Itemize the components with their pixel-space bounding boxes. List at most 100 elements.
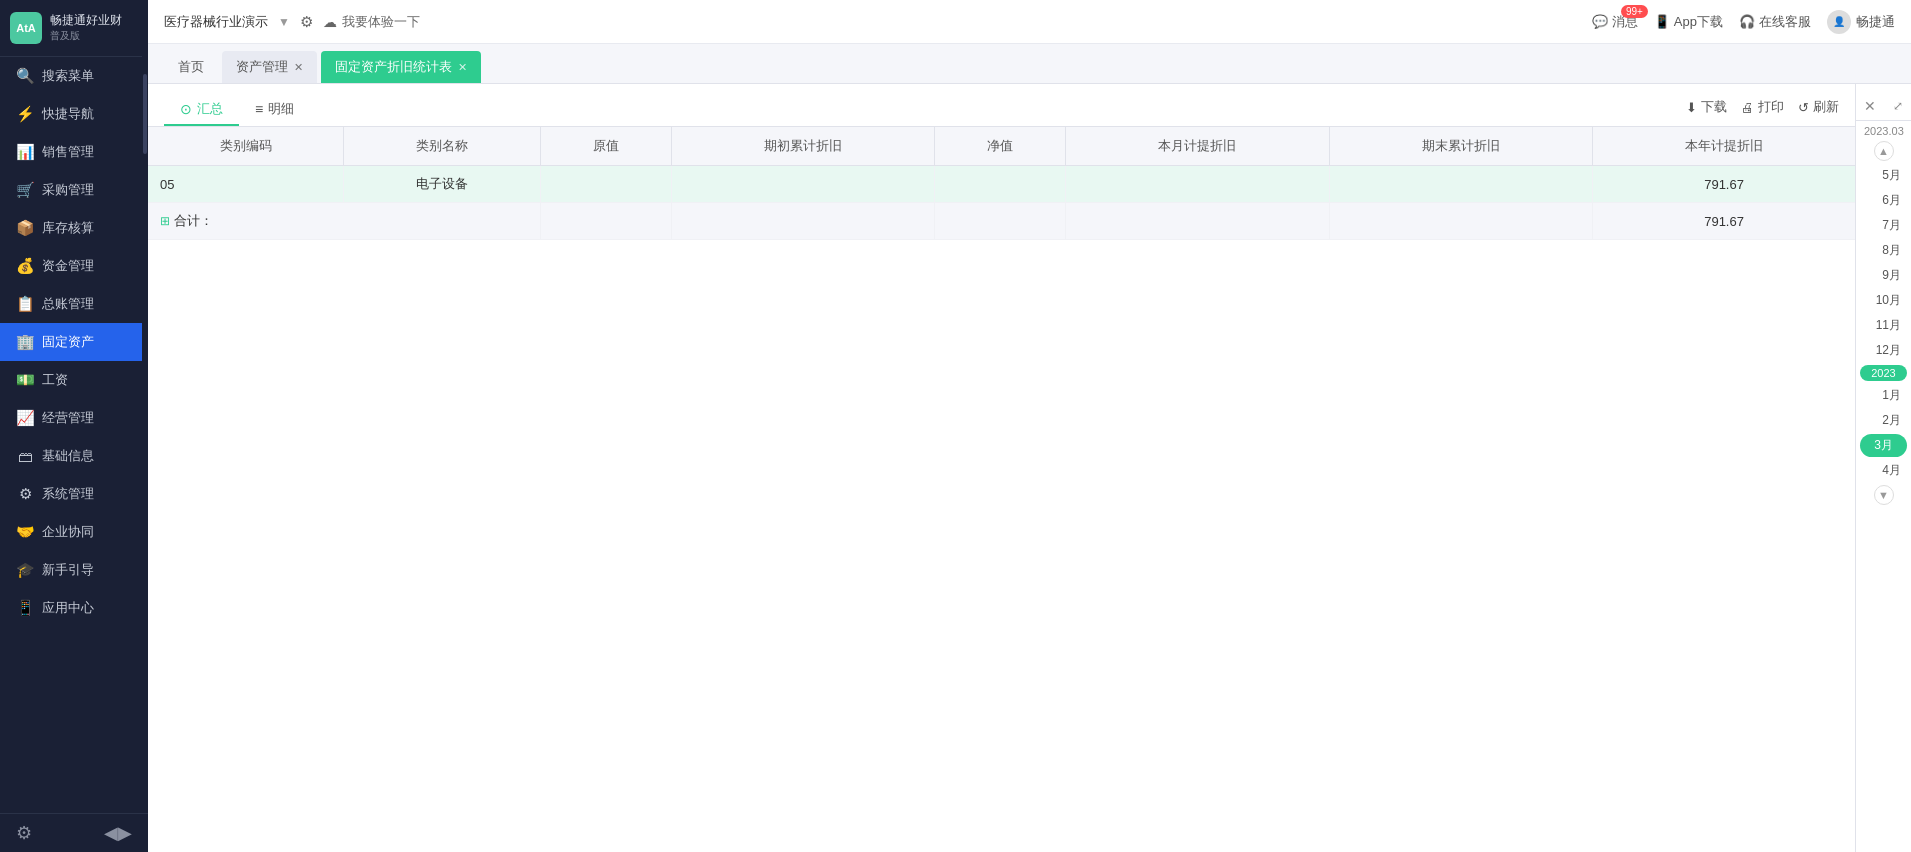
main-area: 医疗器械行业演示 ▼ ⚙ ☁ 我要体验一下 💬 消息 99+ 📱 App下载 🎧… xyxy=(148,0,1911,852)
total-year-dep: 791.67 xyxy=(1593,203,1855,240)
purchase-icon: 🛒 xyxy=(16,181,34,199)
sidebar-item-fixedasset[interactable]: 🏢 固定资产 xyxy=(0,323,148,361)
month-11[interactable]: 11月 xyxy=(1856,313,1911,338)
quicknav-icon: ⚡ xyxy=(16,105,34,123)
year-2023-tag[interactable]: 2023 xyxy=(1860,365,1907,381)
panel-close-icon[interactable]: ✕ xyxy=(1864,98,1876,114)
ledger-icon: 📋 xyxy=(16,295,34,313)
col-original: 原值 xyxy=(541,127,672,166)
refresh-label: 刷新 xyxy=(1813,98,1839,116)
print-btn[interactable]: 🖨 打印 xyxy=(1741,98,1784,116)
print-icon: 🖨 xyxy=(1741,100,1754,115)
sidebar-item-quicknav[interactable]: ⚡ 快捷导航 xyxy=(0,95,148,133)
appcenter-icon: 📱 xyxy=(16,599,34,617)
month-9[interactable]: 9月 xyxy=(1856,263,1911,288)
collapse-icon[interactable]: ◀▶ xyxy=(104,822,132,844)
sidebar-item-ledger[interactable]: 📋 总账管理 xyxy=(0,285,148,323)
action-buttons: ⬇ 下载 🖨 打印 ↺ 刷新 xyxy=(1686,98,1839,122)
tab-depreciation-label: 固定资产折旧统计表 xyxy=(335,58,452,76)
month-7[interactable]: 7月 xyxy=(1856,213,1911,238)
print-label: 打印 xyxy=(1758,98,1784,116)
logo-text-group: 畅捷通好业财 普及版 xyxy=(50,13,122,43)
month-1[interactable]: 1月 xyxy=(1856,383,1911,408)
col-name: 类别名称 xyxy=(344,127,541,166)
sidebar-item-label: 销售管理 xyxy=(42,143,94,161)
sidebar-item-purchase[interactable]: 🛒 采购管理 xyxy=(0,171,148,209)
inner-tabs-left: ⊙ 汇总 ≡ 明细 xyxy=(164,94,310,126)
service-icon: 🎧 xyxy=(1739,14,1755,29)
month-3-current[interactable]: 3月 xyxy=(1860,434,1907,457)
row-end-dep xyxy=(1329,166,1593,203)
company-chevron-icon[interactable]: ▼ xyxy=(278,15,290,29)
download-label: 下载 xyxy=(1701,98,1727,116)
row-netvalue xyxy=(935,166,1066,203)
tab-asset-close-icon[interactable]: ✕ xyxy=(294,61,303,74)
download-btn[interactable]: ⬇ 下载 xyxy=(1686,98,1727,116)
summary-icon: ⊙ xyxy=(180,101,192,117)
sales-icon: 📊 xyxy=(16,143,34,161)
panel-expand-icon[interactable]: ⤢ xyxy=(1893,99,1903,113)
tab-depreciation-close-icon[interactable]: ✕ xyxy=(458,61,467,74)
table-row: 05 电子设备 791.67 xyxy=(148,166,1855,203)
experience-label: 我要体验一下 xyxy=(342,13,420,31)
total-end-dep xyxy=(1329,203,1593,240)
month-10[interactable]: 10月 xyxy=(1856,288,1911,313)
content-main: ⊙ 汇总 ≡ 明细 ⬇ 下载 🖨 打印 xyxy=(148,84,1855,852)
sidebar-item-guide[interactable]: 🎓 新手引导 xyxy=(0,551,148,589)
month-8[interactable]: 8月 xyxy=(1856,238,1911,263)
sidebar-item-operations[interactable]: 📈 经营管理 xyxy=(0,399,148,437)
service-label: 在线客服 xyxy=(1759,13,1811,31)
experience-btn[interactable]: ☁ 我要体验一下 xyxy=(323,13,420,31)
username-label: 畅捷通 xyxy=(1856,13,1895,31)
sidebar-item-payroll[interactable]: 💵 工资 xyxy=(0,361,148,399)
settings-icon[interactable]: ⚙ xyxy=(16,822,32,844)
sidebar-item-label: 新手引导 xyxy=(42,561,94,579)
total-init-dep xyxy=(671,203,935,240)
tab-summary[interactable]: ⊙ 汇总 xyxy=(164,94,239,126)
table-header-row: 类别编码 类别名称 原值 期初累计折旧 净值 本月计提折旧 期末累计折旧 本年计… xyxy=(148,127,1855,166)
tab-asset-management[interactable]: 资产管理 ✕ xyxy=(222,51,317,83)
sidebar-item-label: 系统管理 xyxy=(42,485,94,503)
onlineservice-btn[interactable]: 🎧 在线客服 xyxy=(1739,13,1811,31)
company-name[interactable]: 医疗器械行业演示 xyxy=(164,13,268,31)
sidebar-item-label: 应用中心 xyxy=(42,599,94,617)
nav-up-btn[interactable]: ▲ xyxy=(1874,141,1894,161)
panel-header: ✕ ⤢ xyxy=(1856,92,1911,121)
operations-icon: 📈 xyxy=(16,409,34,427)
sidebar-item-appcenter[interactable]: 📱 应用中心 xyxy=(0,589,148,627)
sidebar-item-finance[interactable]: 💰 资金管理 xyxy=(0,247,148,285)
month-4[interactable]: 4月 xyxy=(1856,458,1911,483)
logo-icon: AtA xyxy=(10,12,42,44)
sidebar-item-label: 搜索菜单 xyxy=(42,67,94,85)
month-12[interactable]: 12月 xyxy=(1856,338,1911,363)
total-row: ⊞ 合计： 791.67 xyxy=(148,203,1855,240)
refresh-btn[interactable]: ↺ 刷新 xyxy=(1798,98,1839,116)
sidebar-item-sales[interactable]: 📊 销售管理 xyxy=(0,133,148,171)
total-icon: ⊞ xyxy=(160,214,170,228)
sidebar-item-collab[interactable]: 🤝 企业协同 xyxy=(0,513,148,551)
download-icon: ⬇ xyxy=(1686,100,1697,115)
nav-down-btn[interactable]: ▼ xyxy=(1874,485,1894,505)
total-label-cell: ⊞ 合计： xyxy=(148,203,541,240)
tab-home[interactable]: 首页 xyxy=(164,51,218,83)
appdownload-btn[interactable]: 📱 App下载 xyxy=(1654,13,1723,31)
sidebar-item-search[interactable]: 🔍 搜索菜单 xyxy=(0,57,148,95)
sidebar-item-inventory[interactable]: 📦 库存核算 xyxy=(0,209,148,247)
settings-gear-icon[interactable]: ⚙ xyxy=(300,13,313,31)
tab-depreciation-report[interactable]: 固定资产折旧统计表 ✕ xyxy=(321,51,481,83)
tab-detail[interactable]: ≡ 明细 xyxy=(239,94,310,126)
month-5[interactable]: 5月 xyxy=(1856,163,1911,188)
message-btn[interactable]: 💬 消息 99+ xyxy=(1592,13,1638,31)
sidebar-item-system[interactable]: ⚙ 系统管理 xyxy=(0,475,148,513)
col-init-dep: 期初累计折旧 xyxy=(671,127,935,166)
month-2[interactable]: 2月 xyxy=(1856,408,1911,433)
sidebar: AtA 畅捷通好业财 普及版 🔍 搜索菜单 ⚡ 快捷导航 📊 销售管理 🛒 采购… xyxy=(0,0,148,852)
row-code: 05 xyxy=(148,166,344,203)
total-text: 合计： xyxy=(174,212,213,230)
month-6[interactable]: 6月 xyxy=(1856,188,1911,213)
total-original xyxy=(541,203,672,240)
sidebar-item-label: 库存核算 xyxy=(42,219,94,237)
user-menu[interactable]: 👤 畅捷通 xyxy=(1827,10,1895,34)
col-netvalue: 净值 xyxy=(935,127,1066,166)
sidebar-item-basicinfo[interactable]: 🗃 基础信息 xyxy=(0,437,148,475)
